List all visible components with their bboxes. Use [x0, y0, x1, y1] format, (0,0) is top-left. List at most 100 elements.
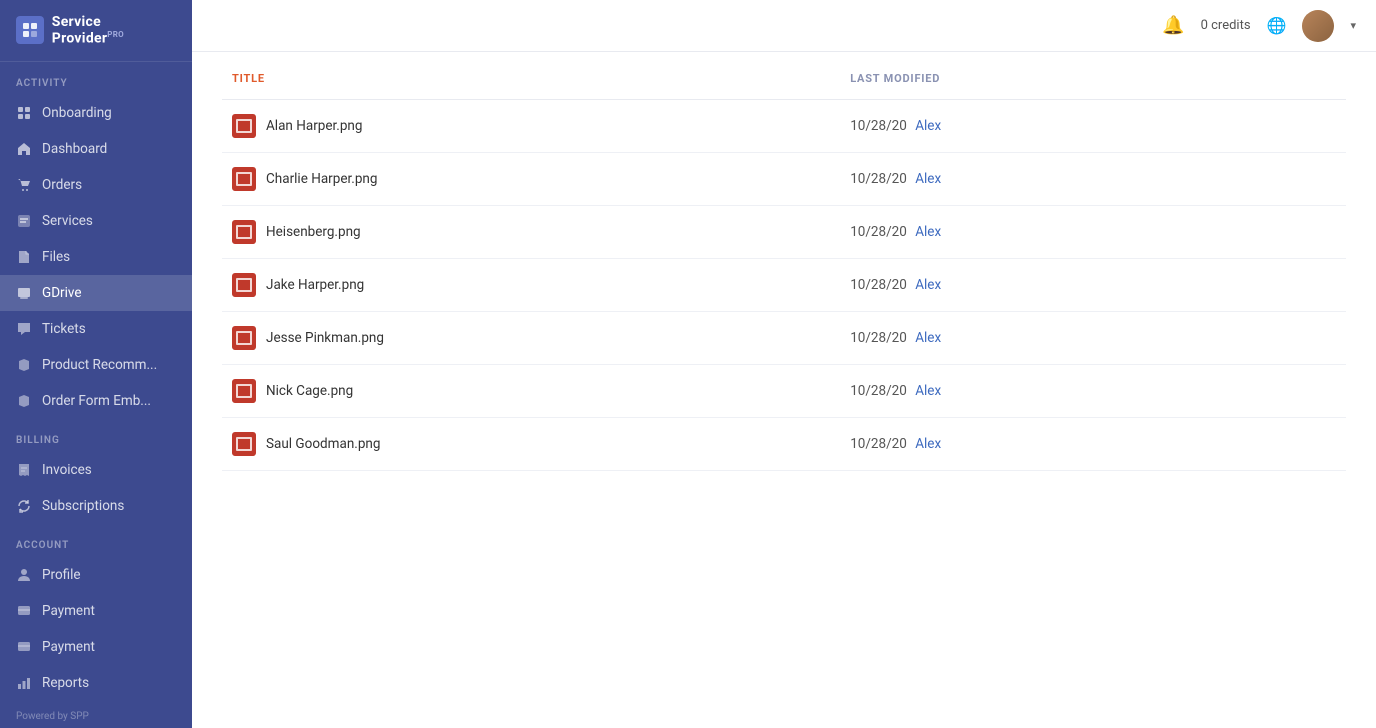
- chat-icon: [16, 321, 32, 337]
- modified-user: Alex: [912, 224, 941, 240]
- box-icon: [16, 357, 32, 373]
- invoice-icon: [16, 462, 32, 478]
- file-type-icon: [232, 167, 256, 191]
- file-modified-cell: 10/28/20 Alex: [840, 365, 1346, 418]
- avatar-image: [1302, 10, 1334, 42]
- table-row[interactable]: Saul Goodman.png 10/28/20 Alex: [222, 418, 1346, 471]
- sidebar-item-invoices[interactable]: Invoices: [0, 452, 192, 488]
- sidebar-item-services[interactable]: Services: [0, 203, 192, 239]
- file-name: Nick Cage.png: [266, 383, 353, 399]
- modified-date: 10/28/20: [850, 171, 907, 187]
- table-row[interactable]: Heisenberg.png 10/28/20 Alex: [222, 206, 1346, 259]
- file-icon: [16, 249, 32, 265]
- file-name: Heisenberg.png: [266, 224, 361, 240]
- user-icon: [16, 567, 32, 583]
- sidebar: Service ProviderPRO ACTIVITY Onboarding …: [0, 0, 192, 728]
- file-name-cell: Nick Cage.png: [222, 365, 840, 418]
- embed-icon: [16, 393, 32, 409]
- avatar[interactable]: [1302, 10, 1334, 42]
- sidebar-item-profile[interactable]: Profile: [0, 557, 192, 593]
- file-name-cell: Alan Harper.png: [222, 100, 840, 153]
- sidebar-item-subscriptions[interactable]: Subscriptions: [0, 488, 192, 524]
- file-type-icon: [232, 273, 256, 297]
- table-row[interactable]: Jesse Pinkman.png 10/28/20 Alex: [222, 312, 1346, 365]
- modified-user: Alex: [912, 277, 941, 293]
- file-name: Jesse Pinkman.png: [266, 330, 384, 346]
- app-title: Service ProviderPRO: [52, 14, 176, 47]
- table-row[interactable]: Charlie Harper.png 10/28/20 Alex: [222, 153, 1346, 206]
- sidebar-item-dashboard[interactable]: Dashboard: [0, 131, 192, 167]
- sidebar-item-label: Dashboard: [42, 141, 107, 157]
- file-name: Charlie Harper.png: [266, 171, 377, 187]
- file-name-cell: Charlie Harper.png: [222, 153, 840, 206]
- file-name-cell: Jesse Pinkman.png: [222, 312, 840, 365]
- chart-icon: [16, 675, 32, 691]
- col-header-modified: LAST MODIFIED: [840, 52, 1346, 100]
- modified-date: 10/28/20: [850, 224, 907, 240]
- sidebar-item-label: Product Recomm...: [42, 357, 157, 373]
- main-area: 🔔 0 credits 🌐 ▾ TITLE LAST MODIFIED Alan…: [192, 0, 1376, 728]
- cart-icon: [16, 177, 32, 193]
- sidebar-item-files[interactable]: Files: [0, 239, 192, 275]
- sidebar-item-order-form-emb[interactable]: Order Form Emb...: [0, 383, 192, 419]
- section-activity: ACTIVITY: [0, 62, 192, 95]
- sidebar-header: Service ProviderPRO: [0, 0, 192, 62]
- sidebar-item-orders[interactable]: Orders: [0, 167, 192, 203]
- modified-user: Alex: [912, 383, 941, 399]
- card-icon-2: [16, 639, 32, 655]
- modified-user: Alex: [912, 330, 941, 346]
- sidebar-item-payment-2[interactable]: Payment: [0, 629, 192, 665]
- sidebar-item-gdrive[interactable]: GDrive: [0, 275, 192, 311]
- modified-user: Alex: [912, 171, 941, 187]
- sidebar-item-label: Onboarding: [42, 105, 112, 121]
- sidebar-item-label: Files: [42, 249, 70, 265]
- file-modified-cell: 10/28/20 Alex: [840, 206, 1346, 259]
- file-type-icon: [232, 114, 256, 138]
- sidebar-item-label: Payment: [42, 639, 95, 655]
- file-name-cell: Saul Goodman.png: [222, 418, 840, 471]
- sidebar-item-label: Invoices: [42, 462, 92, 478]
- content-area: TITLE LAST MODIFIED Alan Harper.png 10/2…: [192, 52, 1376, 728]
- sidebar-item-payment-1[interactable]: Payment: [0, 593, 192, 629]
- drive-icon: [16, 285, 32, 301]
- sidebar-item-label: Reports: [42, 675, 89, 691]
- section-account: ACCOUNT: [0, 524, 192, 557]
- sidebar-item-reports[interactable]: Reports: [0, 665, 192, 701]
- sidebar-item-label: GDrive: [42, 285, 82, 301]
- table-row[interactable]: Nick Cage.png 10/28/20 Alex: [222, 365, 1346, 418]
- sidebar-item-tickets[interactable]: Tickets: [0, 311, 192, 347]
- file-name-cell: Heisenberg.png: [222, 206, 840, 259]
- file-type-icon: [232, 326, 256, 350]
- section-billing: BILLING: [0, 419, 192, 452]
- table-row[interactable]: Jake Harper.png 10/28/20 Alex: [222, 259, 1346, 312]
- file-type-icon: [232, 379, 256, 403]
- notification-bell-icon[interactable]: 🔔: [1162, 15, 1184, 36]
- sidebar-item-label: Services: [42, 213, 93, 229]
- sidebar-item-label: Payment: [42, 603, 95, 619]
- sidebar-item-onboarding[interactable]: Onboarding: [0, 95, 192, 131]
- modified-date: 10/28/20: [850, 436, 907, 452]
- file-type-icon: [232, 432, 256, 456]
- tag-icon: [16, 213, 32, 229]
- table-row[interactable]: Alan Harper.png 10/28/20 Alex: [222, 100, 1346, 153]
- sidebar-item-product-recomm[interactable]: Product Recomm...: [0, 347, 192, 383]
- credits-display: 0 credits: [1201, 18, 1251, 33]
- sidebar-footer: Powered by SPP: [0, 701, 192, 728]
- files-table: TITLE LAST MODIFIED Alan Harper.png 10/2…: [222, 52, 1346, 471]
- file-modified-cell: 10/28/20 Alex: [840, 259, 1346, 312]
- file-name: Jake Harper.png: [266, 277, 364, 293]
- modified-date: 10/28/20: [850, 383, 907, 399]
- card-icon: [16, 603, 32, 619]
- globe-icon[interactable]: 🌐: [1267, 16, 1287, 35]
- modified-date: 10/28/20: [850, 277, 907, 293]
- sidebar-item-label: Profile: [42, 567, 81, 583]
- sidebar-item-label: Tickets: [42, 321, 86, 337]
- sidebar-item-label: Orders: [42, 177, 82, 193]
- home-icon: [16, 141, 32, 157]
- file-modified-cell: 10/28/20 Alex: [840, 418, 1346, 471]
- modified-user: Alex: [912, 118, 941, 134]
- sidebar-item-label: Subscriptions: [42, 498, 124, 514]
- file-modified-cell: 10/28/20 Alex: [840, 312, 1346, 365]
- logo-icon: [16, 16, 44, 44]
- user-menu-chevron-icon[interactable]: ▾: [1350, 19, 1356, 32]
